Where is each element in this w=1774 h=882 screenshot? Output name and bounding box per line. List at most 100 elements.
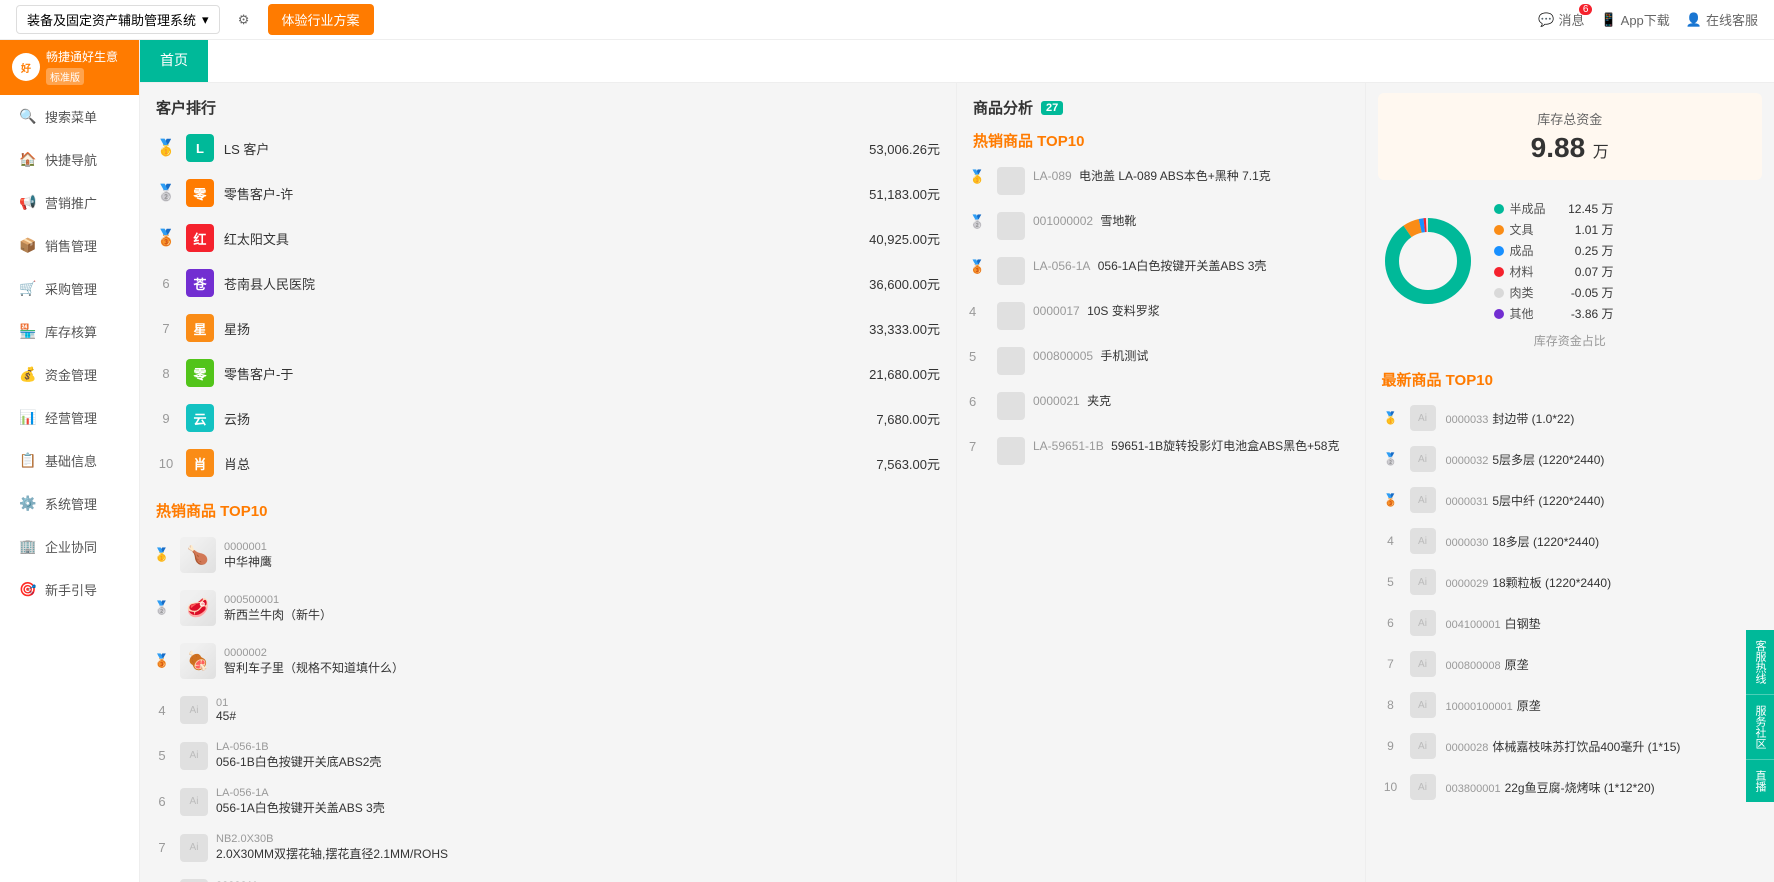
customer-name-6: 零售客户-于 xyxy=(224,364,859,383)
inventory-label: 库存总资金 xyxy=(1398,109,1743,128)
mp-rank-4: 4 xyxy=(969,304,989,319)
legend-val-semifinished: 12.45 万 xyxy=(1568,200,1613,217)
hp-name-3: 智利车子里（规格不知道填什么） xyxy=(224,659,944,676)
legend-item-semifinished: 半成品 12.45 万 xyxy=(1494,200,1614,217)
lp-rank-9: 9 xyxy=(1382,739,1400,753)
tab-home[interactable]: 首页 xyxy=(140,40,208,82)
messages-link[interactable]: 💬 消息 6 xyxy=(1538,10,1584,29)
sidebar-item-shortcut[interactable]: 🏠 快捷导航 xyxy=(0,138,139,181)
legend-val-meat: -0.05 万 xyxy=(1571,284,1614,301)
customer-ranking-title: 客户排行 xyxy=(140,83,956,126)
sidebar-item-purchase[interactable]: 🛒 采购管理 xyxy=(0,267,139,310)
trial-button[interactable]: 体验行业方案 xyxy=(268,4,374,35)
mp-info-1: LA-089 电池盖 LA-089 ABS本色+黑种 7.1克 xyxy=(1033,167,1353,185)
lp-rank-6: 6 xyxy=(1382,616,1400,630)
dropdown-icon: ▾ xyxy=(202,12,209,28)
customer-amount-1: 53,006.26元 xyxy=(869,139,940,158)
hot-amount-section-title: 热销商品 TOP10 xyxy=(957,126,1365,159)
lp-img-9: Ai xyxy=(1410,733,1436,759)
mp-code-3: LA-056-1A xyxy=(1033,259,1090,273)
system-icon: ⚙️ xyxy=(19,495,37,512)
lp-info-1: 0000033封边带 (1.0*22) xyxy=(1446,410,1759,427)
online-service-label: 在线客服 xyxy=(1706,10,1758,29)
float-btn-service[interactable]: 客服热线 xyxy=(1746,630,1774,695)
mp-rank-5: 5 xyxy=(969,349,989,364)
hp-code-6: LA-056-1A xyxy=(216,787,944,799)
legend-item-meat: 肉类 -0.05 万 xyxy=(1494,284,1614,301)
legend-name-material: 材料 xyxy=(1510,263,1569,280)
sidebar-label-sales: 销售管理 xyxy=(45,236,97,255)
sidebar-label-purchase: 采购管理 xyxy=(45,279,97,298)
customer-name-8: 肖总 xyxy=(224,454,866,473)
search-icon: 🔍 xyxy=(19,108,37,125)
sidebar-label-guide: 新手引导 xyxy=(45,580,97,599)
customer-amount-4: 36,600.00元 xyxy=(869,274,940,293)
logo-badge: 标准版 xyxy=(46,68,84,85)
sidebar-label-inventory: 库存核算 xyxy=(45,322,97,341)
table-row: 10 肖 肖总 7,563.00元 xyxy=(140,441,956,486)
float-btn-live[interactable]: 直播 xyxy=(1746,760,1774,802)
sidebar-item-basic[interactable]: 📋 基础信息 xyxy=(0,439,139,482)
home-icon: 🏠 xyxy=(19,151,37,168)
lp-img-10: Ai xyxy=(1410,774,1436,800)
mp-name-4: 10S 变料罗浆 xyxy=(1087,304,1160,318)
inventory-unit: 万 xyxy=(1593,144,1609,161)
lp-info-2: 00000325层多层 (1220*2440) xyxy=(1446,451,1759,468)
hp-rank-1: 🥇 xyxy=(152,547,172,563)
sidebar: 好 畅捷通好生意 标准版 🔍 搜索菜单 🏠 快捷导航 📢 营销推广 📦 销售管理 xyxy=(0,40,140,882)
messages-badge: 6 xyxy=(1579,4,1593,15)
sidebar-item-marketing[interactable]: 📢 营销推广 xyxy=(0,181,139,224)
list-item: 🥈 🥩 000500001 新西兰牛肉（新牛） xyxy=(140,582,956,635)
legend-item-other: 其他 -3.86 万 xyxy=(1494,305,1614,322)
hp-rank-2: 🥈 xyxy=(152,600,172,616)
online-service-link[interactable]: 👤 在线客服 xyxy=(1686,10,1758,29)
sidebar-item-guide[interactable]: 🎯 新手引导 xyxy=(0,568,139,611)
sidebar-item-finance[interactable]: 💰 资金管理 xyxy=(0,353,139,396)
sidebar-item-operation[interactable]: 📊 经营管理 xyxy=(0,396,139,439)
sidebar-item-search[interactable]: 🔍 搜索菜单 xyxy=(0,95,139,138)
list-item: 🥉 Ai 00000315层中纤 (1220*2440) xyxy=(1366,480,1774,521)
legend-name-meat: 肉类 xyxy=(1510,284,1565,301)
hp-img-1: 🍗 xyxy=(180,537,216,573)
inventory-value-line: 9.88 万 xyxy=(1398,132,1743,164)
hp-img-2: 🥩 xyxy=(180,590,216,626)
float-btn-community[interactable]: 服务社区 xyxy=(1746,695,1774,760)
latest-products-label: 最新商品 TOP10 xyxy=(1382,369,1493,390)
main-layout: 好 畅捷通好生意 标准版 🔍 搜索菜单 🏠 快捷导航 📢 营销推广 📦 销售管理 xyxy=(0,40,1774,882)
lp-img-5: Ai xyxy=(1410,569,1436,595)
legend-name-other: 其他 xyxy=(1510,305,1565,322)
mp-name-1: 电池盖 LA-089 ABS本色+黑种 7.1克 xyxy=(1079,169,1271,183)
legend-item-material: 材料 0.07 万 xyxy=(1494,263,1614,280)
sidebar-item-system[interactable]: ⚙️ 系统管理 xyxy=(0,482,139,525)
sidebar-item-inventory[interactable]: 🏪 库存核算 xyxy=(0,310,139,353)
table-row: 9 云 云扬 7,680.00元 xyxy=(140,396,956,441)
legend-name-finished: 成品 xyxy=(1510,242,1569,259)
mp-info-4: 0000017 10S 变料罗浆 xyxy=(1033,302,1353,320)
system-selector[interactable]: 装备及固定资产辅助管理系统 ▾ xyxy=(16,5,220,34)
lp-rank-4: 4 xyxy=(1382,534,1400,548)
nav-tabs: 首页 xyxy=(140,40,1774,83)
system-name: 装备及固定资产辅助管理系统 xyxy=(27,10,196,29)
avatar-7: 云 xyxy=(186,404,214,432)
hp-info-5: LA-056-1B 056-1B白色按键开关底ABS2壳 xyxy=(216,741,944,770)
hp-img-7: Ai xyxy=(180,834,208,862)
hp-info-4: 01 45# xyxy=(216,697,944,723)
lp-rank-10: 10 xyxy=(1382,780,1400,794)
sidebar-label-shortcut: 快捷导航 xyxy=(45,150,97,169)
sidebar-label-marketing: 营销推广 xyxy=(45,193,97,212)
lp-rank-1: 🥇 xyxy=(1382,411,1400,425)
sidebar-label-basic: 基础信息 xyxy=(45,451,97,470)
lp-img-8: Ai xyxy=(1410,692,1436,718)
table-row: 7 星 星扬 33,333.00元 xyxy=(140,306,956,351)
settings-icon[interactable]: ⚙ xyxy=(232,8,256,32)
app-download-link[interactable]: 📱 App下载 xyxy=(1600,10,1669,29)
mp-info-3: LA-056-1A 056-1A白色按键开关盖ABS 3壳 xyxy=(1033,257,1353,275)
mp-img-1 xyxy=(997,167,1025,195)
hp-code-5: LA-056-1B xyxy=(216,741,944,753)
sidebar-label-search: 搜索菜单 xyxy=(45,107,97,126)
hp-name-7: 2.0X30MM双摆花轴,摆花直径2.1MM/ROHS xyxy=(216,845,944,862)
sidebar-item-company[interactable]: 🏢 企业协同 xyxy=(0,525,139,568)
left-panel: 客户排行 🥇 L LS 客户 53,006.26元 🥈 零 零售客户-许 xyxy=(140,83,957,882)
list-item: 🥉 🍖 0000002 智利车子里（规格不知道填什么） xyxy=(140,635,956,688)
sidebar-item-sales[interactable]: 📦 销售管理 xyxy=(0,224,139,267)
